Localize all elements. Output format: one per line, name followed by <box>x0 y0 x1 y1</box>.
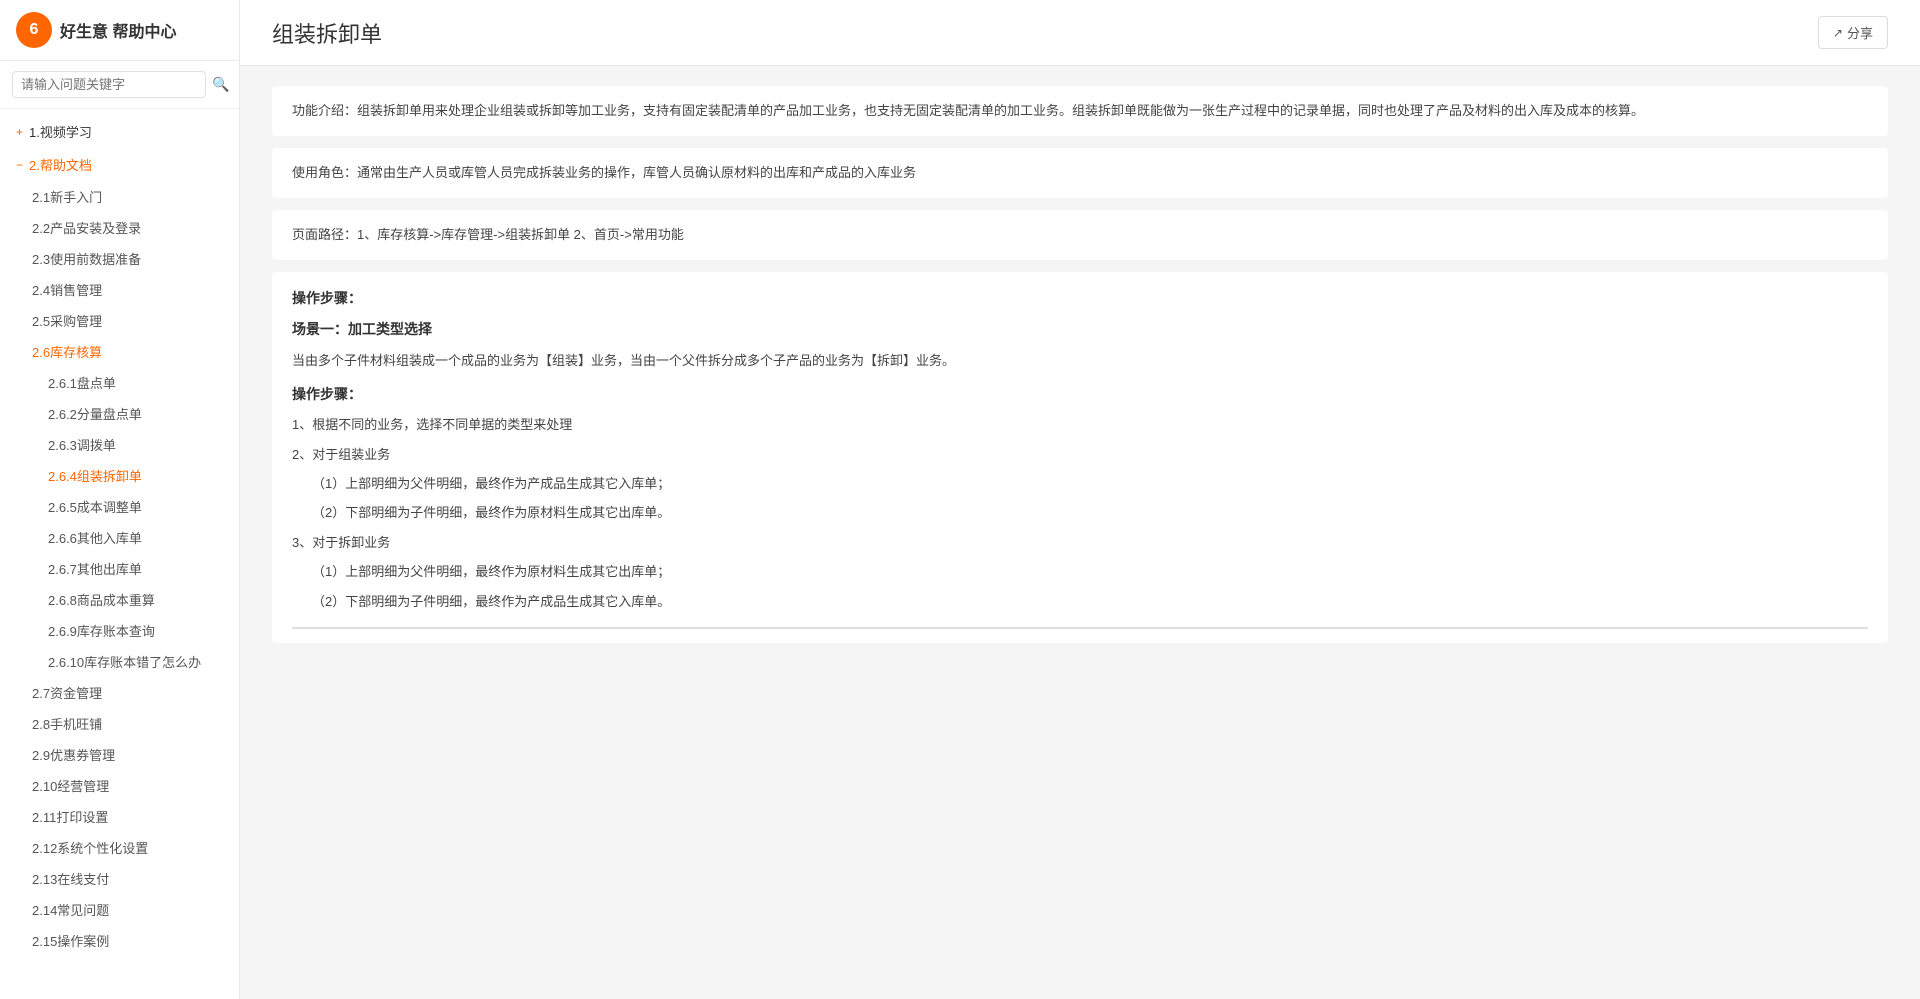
sidebar-item-stock7[interactable]: 2.6.7其他出库单 <box>0 553 239 584</box>
share-icon: ↗ <box>1833 26 1843 40</box>
sub-item-label: 2.6.3调拨单 <box>48 438 116 453</box>
sub-item-label: 2.6.2分量盘点单 <box>48 407 142 422</box>
ops-box: 操作步骤： 场景一：加工类型选择 当由多个子件材料组装成一个成品的业务为【组装】… <box>272 272 1888 643</box>
sidebar-item-video[interactable]: + 1.视频学习 <box>0 115 239 148</box>
sidebar-header: 6 好生意 帮助中心 <box>0 0 239 61</box>
step2-1: （1）上部明细为父件明细，最终作为产成品生成其它入库单； <box>292 472 1868 495</box>
sidebar-item-purchase[interactable]: 2.5采购管理 <box>0 305 239 336</box>
sidebar-item-data[interactable]: 2.3使用前数据准备 <box>0 243 239 274</box>
sidebar-item-stock4[interactable]: 2.6.4组装拆卸单 <box>0 460 239 491</box>
scene1-title: 场景一：加工类型选择 <box>292 317 1868 342</box>
sub-item-label: 2.11打印设置 <box>32 810 108 825</box>
main-header: 组装拆卸单 ↗ 分享 <box>240 0 1920 66</box>
main-content: 组装拆卸单 ↗ 分享 功能介绍：组装拆卸单用来处理企业组装或拆卸等加工业务，支持… <box>240 0 1920 999</box>
sidebar-item-pay[interactable]: 2.13在线支付 <box>0 863 239 894</box>
intro-text: 功能介绍：组装拆卸单用来处理企业组装或拆卸等加工业务，支持有固定装配清单的产品加… <box>292 103 1644 118</box>
step3-1: （1）上部明细为父件明细，最终作为原材料生成其它出库单； <box>292 560 1868 583</box>
sidebar-item-stock8[interactable]: 2.6.8商品成本重算 <box>0 584 239 615</box>
step3-2: （2）下部明细为子件明细，最终作为产成品生成其它入库单。 <box>292 590 1868 613</box>
sub-item-label: 2.3使用前数据准备 <box>32 252 141 267</box>
sidebar-item-stock2[interactable]: 2.6.2分量盘点单 <box>0 398 239 429</box>
sub-item-label: 2.13在线支付 <box>32 872 109 887</box>
path-box: 页面路径：1、库存核算->库存管理->组装拆卸单 2、首页->常用功能 <box>272 210 1888 260</box>
scene1-desc: 当由多个子件材料组装成一个成品的业务为【组装】业务，当由一个父件拆分成多个子产品… <box>292 349 1868 372</box>
steps-title: 操作步骤： <box>292 382 1868 407</box>
sub-item-label: 2.8手机旺铺 <box>32 717 102 732</box>
sub-item-label: 2.7资金管理 <box>32 686 102 701</box>
step2: 2、对于组装业务 <box>292 443 1868 466</box>
sub-item-label: 2.6.1盘点单 <box>48 376 116 391</box>
sidebar-item-stock1[interactable]: 2.6.1盘点单 <box>0 367 239 398</box>
app-title: 好生意 帮助中心 <box>60 18 176 42</box>
sub-item-label: 2.6.5成本调整单 <box>48 500 142 515</box>
role-box: 使用角色：通常由生产人员或库管人员完成拆装业务的操作，库管人员确认原材料的出库和… <box>272 148 1888 198</box>
sub-item-label: 2.2产品安装及登录 <box>32 221 141 236</box>
sidebar-item-stock[interactable]: 2.6库存核算 <box>0 336 239 367</box>
sub-item-label: 2.14常见问题 <box>32 903 109 918</box>
sidebar-item-print[interactable]: 2.11打印设置 <box>0 801 239 832</box>
sidebar-item-mobile[interactable]: 2.8手机旺铺 <box>0 708 239 739</box>
sub-item-label: 2.4销售管理 <box>32 283 102 298</box>
search-input[interactable] <box>12 71 206 98</box>
content-area: 功能介绍：组装拆卸单用来处理企业组装或拆卸等加工业务，支持有固定装配清单的产品加… <box>240 66 1920 675</box>
sidebar-item-stock3[interactable]: 2.6.3调拨单 <box>0 429 239 460</box>
share-label: 分享 <box>1847 23 1873 42</box>
sidebar-item-stock9[interactable]: 2.6.9库存账本查询 <box>0 615 239 646</box>
ops-title: 操作步骤： <box>292 286 1868 311</box>
sidebar-item-stock10[interactable]: 2.6.10库存账本错了怎么办 <box>0 646 239 677</box>
nav-list: + 1.视频学习 − 2.帮助文档 2.1新手入门 2.2产品安装及登录 2.3… <box>0 109 239 999</box>
sub-item-label: 2.6.10库存账本错了怎么办 <box>48 655 201 670</box>
sub-item-label: 2.10经营管理 <box>32 779 109 794</box>
sidebar-item-install[interactable]: 2.2产品安装及登录 <box>0 212 239 243</box>
sub-item-label: 2.6.4组装拆卸单 <box>48 469 142 484</box>
sidebar-item-label: 2.帮助文档 <box>29 155 92 174</box>
sidebar-item-docs[interactable]: − 2.帮助文档 <box>0 148 239 181</box>
search-box: 🔍 <box>0 61 239 109</box>
sidebar-item-faq[interactable]: 2.14常见问题 <box>0 894 239 925</box>
sub-item-label: 2.12系统个性化设置 <box>32 841 148 856</box>
sidebar-item-finance[interactable]: 2.7资金管理 <box>0 677 239 708</box>
sidebar-item-new[interactable]: 2.1新手入门 <box>0 181 239 212</box>
sidebar-item-stock6[interactable]: 2.6.6其他入库单 <box>0 522 239 553</box>
step3: 3、对于拆卸业务 <box>292 531 1868 554</box>
sub-item-label: 2.1新手入门 <box>32 190 102 205</box>
step1: 1、根据不同的业务，选择不同单据的类型来处理 <box>292 413 1868 436</box>
sub-item-label: 2.5采购管理 <box>32 314 102 329</box>
sidebar-item-label: 1.视频学习 <box>29 122 92 141</box>
sidebar-item-sales[interactable]: 2.4销售管理 <box>0 274 239 305</box>
sidebar: 6 好生意 帮助中心 🔍 + 1.视频学习 − 2.帮助文档 2.1新手入门 2… <box>0 0 240 999</box>
sidebar-item-stock5[interactable]: 2.6.5成本调整单 <box>0 491 239 522</box>
screenshot-container: 6 TEST-H002 ▼ ⟳ 同步数据一下 App下载 帮助中心 CC <box>292 627 1868 629</box>
sub-item-label: 2.6.9库存账本查询 <box>48 624 155 639</box>
page-title: 组装拆卸单 <box>272 17 382 49</box>
sidebar-item-cases[interactable]: 2.15操作案例 <box>0 925 239 956</box>
logo-icon: 6 <box>16 12 52 48</box>
plus-icon: + <box>16 125 23 139</box>
search-button[interactable]: 🔍 <box>212 76 229 93</box>
sub-item-label: 2.6.8商品成本重算 <box>48 593 155 608</box>
intro-box: 功能介绍：组装拆卸单用来处理企业组装或拆卸等加工业务，支持有固定装配清单的产品加… <box>272 86 1888 136</box>
sidebar-item-custom[interactable]: 2.12系统个性化设置 <box>0 832 239 863</box>
sub-item-label: 2.6.6其他入库单 <box>48 531 142 546</box>
minus-icon: − <box>16 158 23 172</box>
sub-item-label: 2.6库存核算 <box>32 345 102 360</box>
path-text: 页面路径：1、库存核算->库存管理->组装拆卸单 2、首页->常用功能 <box>292 227 684 242</box>
sub-item-label: 2.6.7其他出库单 <box>48 562 142 577</box>
share-button[interactable]: ↗ 分享 <box>1818 16 1888 49</box>
sidebar-item-ops[interactable]: 2.10经营管理 <box>0 770 239 801</box>
step2-2: （2）下部明细为子件明细，最终作为原材料生成其它出库单。 <box>292 501 1868 524</box>
sub-item-label: 2.9优惠券管理 <box>32 748 115 763</box>
sidebar-item-coupon[interactable]: 2.9优惠券管理 <box>0 739 239 770</box>
role-text: 使用角色：通常由生产人员或库管人员完成拆装业务的操作，库管人员确认原材料的出库和… <box>292 165 916 180</box>
sub-item-label: 2.15操作案例 <box>32 934 109 949</box>
mock-topbar: 6 TEST-H002 ▼ ⟳ 同步数据一下 App下载 帮助中心 CC <box>293 628 1867 629</box>
